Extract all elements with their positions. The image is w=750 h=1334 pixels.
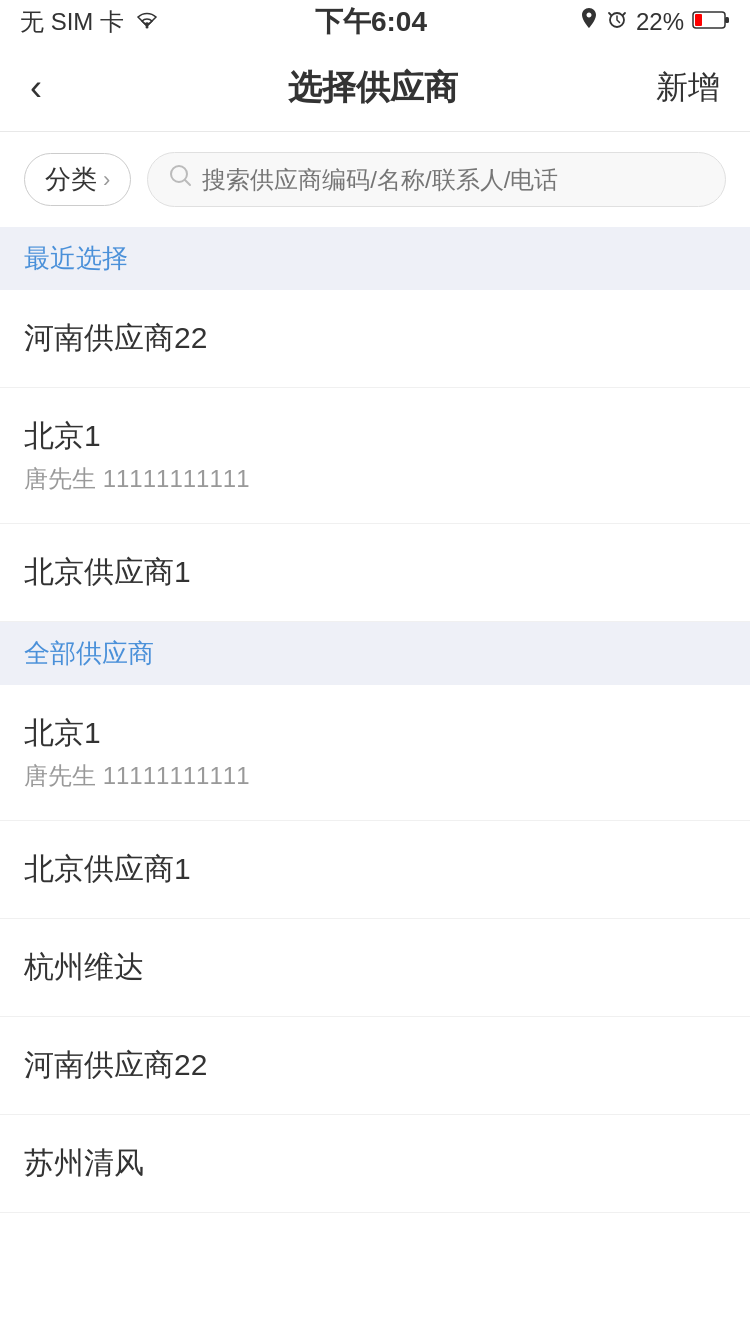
alarm-icon — [606, 8, 628, 36]
chevron-right-icon: › — [103, 167, 110, 193]
recent-section-header: 最近选择 — [0, 227, 750, 290]
all-section-label: 全部供应商 — [24, 638, 154, 668]
status-left: 无 SIM 卡 — [20, 6, 162, 38]
list-item[interactable]: 杭州维达 — [0, 919, 750, 1017]
recent-items-list: 河南供应商22 北京1 唐先生 11111111111 北京供应商1 — [0, 290, 750, 622]
item-name: 杭州维达 — [24, 947, 726, 988]
wifi-icon — [132, 8, 162, 36]
list-item[interactable]: 北京供应商1 — [0, 524, 750, 622]
list-item[interactable]: 河南供应商22 — [0, 290, 750, 388]
item-name: 河南供应商22 — [24, 318, 726, 359]
list-item[interactable]: 北京供应商1 — [0, 821, 750, 919]
item-sub: 唐先生 11111111111 — [24, 760, 726, 792]
svg-point-0 — [146, 26, 149, 29]
item-name: 北京供应商1 — [24, 849, 726, 890]
battery-icon — [692, 8, 730, 36]
nav-title: 选择供应商 — [288, 65, 458, 111]
all-section-header: 全部供应商 — [0, 622, 750, 685]
item-name: 北京1 — [24, 416, 726, 457]
category-filter-button[interactable]: 分类 › — [24, 153, 131, 206]
list-item[interactable]: 河南供应商22 — [0, 1017, 750, 1115]
list-item[interactable]: 北京1 唐先生 11111111111 — [0, 388, 750, 524]
status-right: 22% — [580, 8, 730, 36]
item-sub: 唐先生 11111111111 — [24, 463, 726, 495]
item-name: 北京1 — [24, 713, 726, 754]
list-item[interactable]: 苏州清风 — [0, 1115, 750, 1213]
category-label: 分类 — [45, 162, 97, 197]
status-bar: 无 SIM 卡 下午6:04 22% — [0, 0, 750, 44]
no-sim-text: 无 SIM 卡 — [20, 6, 124, 38]
battery-percent: 22% — [636, 8, 684, 36]
item-name: 北京供应商1 — [24, 552, 726, 593]
svg-rect-3 — [725, 17, 729, 23]
search-input[interactable] — [202, 166, 705, 194]
list-item[interactable]: 北京1 唐先生 11111111111 — [0, 685, 750, 821]
recent-section-label: 最近选择 — [24, 243, 128, 273]
status-time: 下午6:04 — [315, 3, 427, 41]
location-icon — [580, 8, 598, 36]
search-icon — [168, 163, 194, 196]
back-button[interactable]: ‹ — [30, 67, 90, 109]
item-name: 河南供应商22 — [24, 1045, 726, 1086]
new-action-button[interactable]: 新增 — [656, 66, 720, 110]
item-name: 苏州清风 — [24, 1143, 726, 1184]
nav-bar: ‹ 选择供应商 新增 — [0, 44, 750, 132]
all-items-list: 北京1 唐先生 11111111111 北京供应商1 杭州维达 河南供应商22 … — [0, 685, 750, 1213]
svg-rect-4 — [695, 14, 702, 26]
search-container — [147, 152, 726, 207]
filter-bar: 分类 › — [0, 132, 750, 227]
